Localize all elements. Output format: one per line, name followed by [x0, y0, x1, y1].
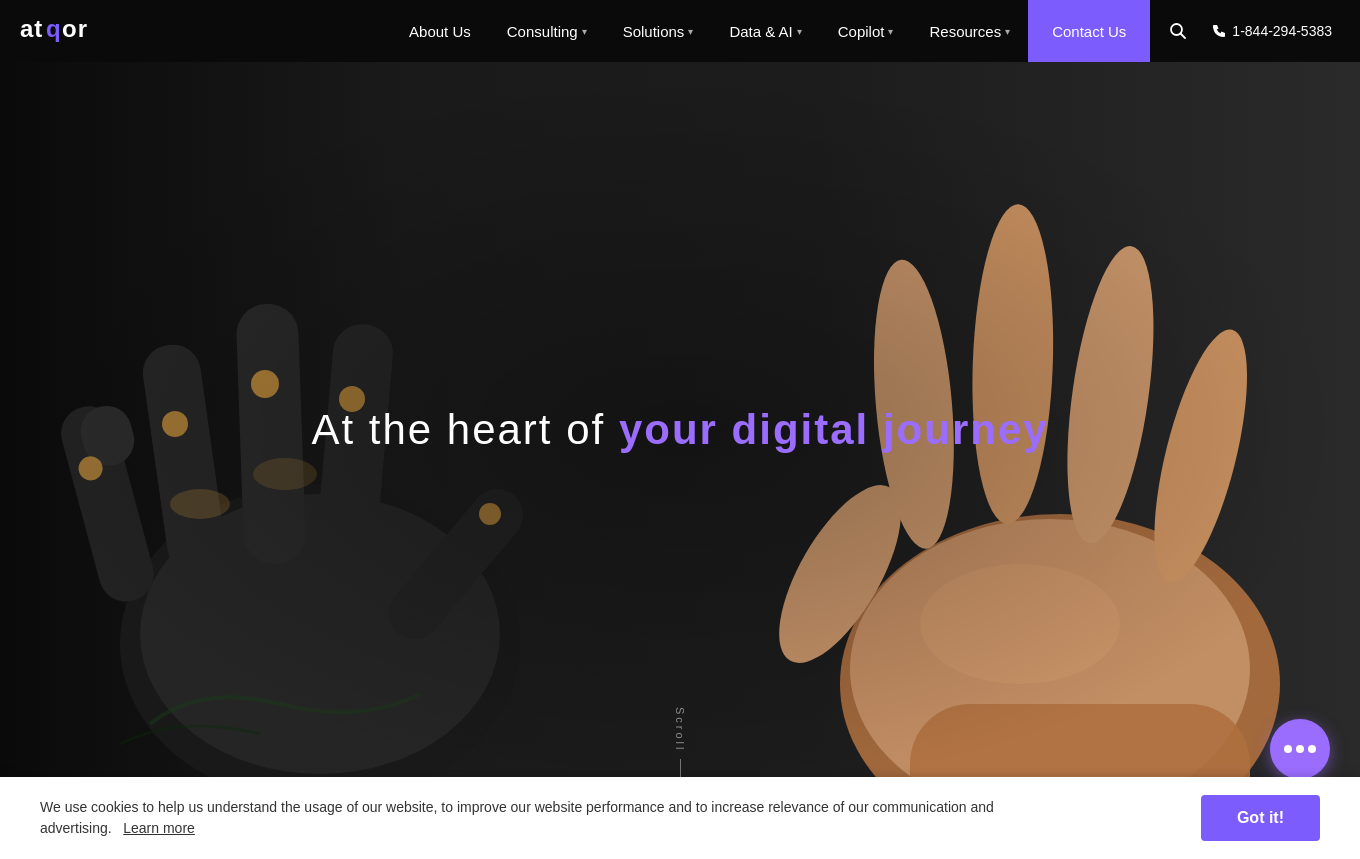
svg-point-28: [920, 564, 1120, 684]
nav-links: About Us Consulting ▾ Solutions ▾ Data &…: [391, 0, 1150, 62]
hero-text: At the heart of your digital journey: [311, 406, 1048, 454]
cookie-banner: We use cookies to help us understand the…: [0, 777, 1360, 859]
nav-solutions[interactable]: Solutions ▾: [605, 0, 712, 62]
phone-link[interactable]: 1-844-294-5383: [1204, 23, 1340, 39]
data-ai-chevron-icon: ▾: [797, 26, 802, 37]
svg-rect-10: [139, 341, 228, 577]
nav-consulting[interactable]: Consulting ▾: [489, 0, 605, 62]
nav-data-ai[interactable]: Data & AI ▾: [711, 0, 819, 62]
nav-about[interactable]: About Us: [391, 0, 489, 62]
svg-point-11: [162, 411, 188, 437]
nav-contact-button[interactable]: Contact Us: [1028, 0, 1150, 62]
svg-rect-12: [235, 303, 306, 565]
chat-dot-3: [1308, 745, 1316, 753]
svg-line-4: [1181, 34, 1186, 39]
svg-point-19: [253, 458, 317, 490]
svg-point-17: [479, 503, 501, 525]
svg-point-25: [1052, 241, 1169, 549]
logo-text: at q or: [20, 25, 140, 50]
nav-copilot[interactable]: Copilot ▾: [820, 0, 912, 62]
navbar: at q or About Us Consulting ▾ Solutions …: [0, 0, 1360, 62]
svg-text:or: or: [62, 15, 88, 42]
svg-point-13: [251, 370, 279, 398]
nav-right-actions: 1-844-294-5383: [1158, 0, 1340, 62]
cookie-message: We use cookies to help us understand the…: [40, 797, 1040, 839]
svg-point-24: [967, 203, 1058, 526]
cookie-accept-button[interactable]: Got it!: [1201, 795, 1320, 841]
consulting-chevron-icon: ▾: [582, 26, 587, 37]
logo[interactable]: at q or: [20, 11, 140, 51]
hero-headline: At the heart of your digital journey: [311, 406, 1048, 454]
chat-button[interactable]: [1270, 719, 1330, 779]
human-hand-svg: [630, 124, 1360, 797]
learn-more-link[interactable]: Learn more: [123, 820, 195, 836]
chat-dots: [1284, 745, 1316, 753]
svg-text:q: q: [46, 15, 62, 42]
chat-dot-1: [1284, 745, 1292, 753]
robot-hand-svg: [0, 124, 680, 797]
solutions-chevron-icon: ▾: [688, 26, 693, 37]
search-button[interactable]: [1158, 11, 1198, 51]
resources-chevron-icon: ▾: [1005, 26, 1010, 37]
svg-text:at: at: [20, 15, 43, 42]
copilot-chevron-icon: ▾: [888, 26, 893, 37]
nav-resources[interactable]: Resources ▾: [911, 0, 1028, 62]
chat-dot-2: [1296, 745, 1304, 753]
svg-point-18: [170, 489, 230, 519]
